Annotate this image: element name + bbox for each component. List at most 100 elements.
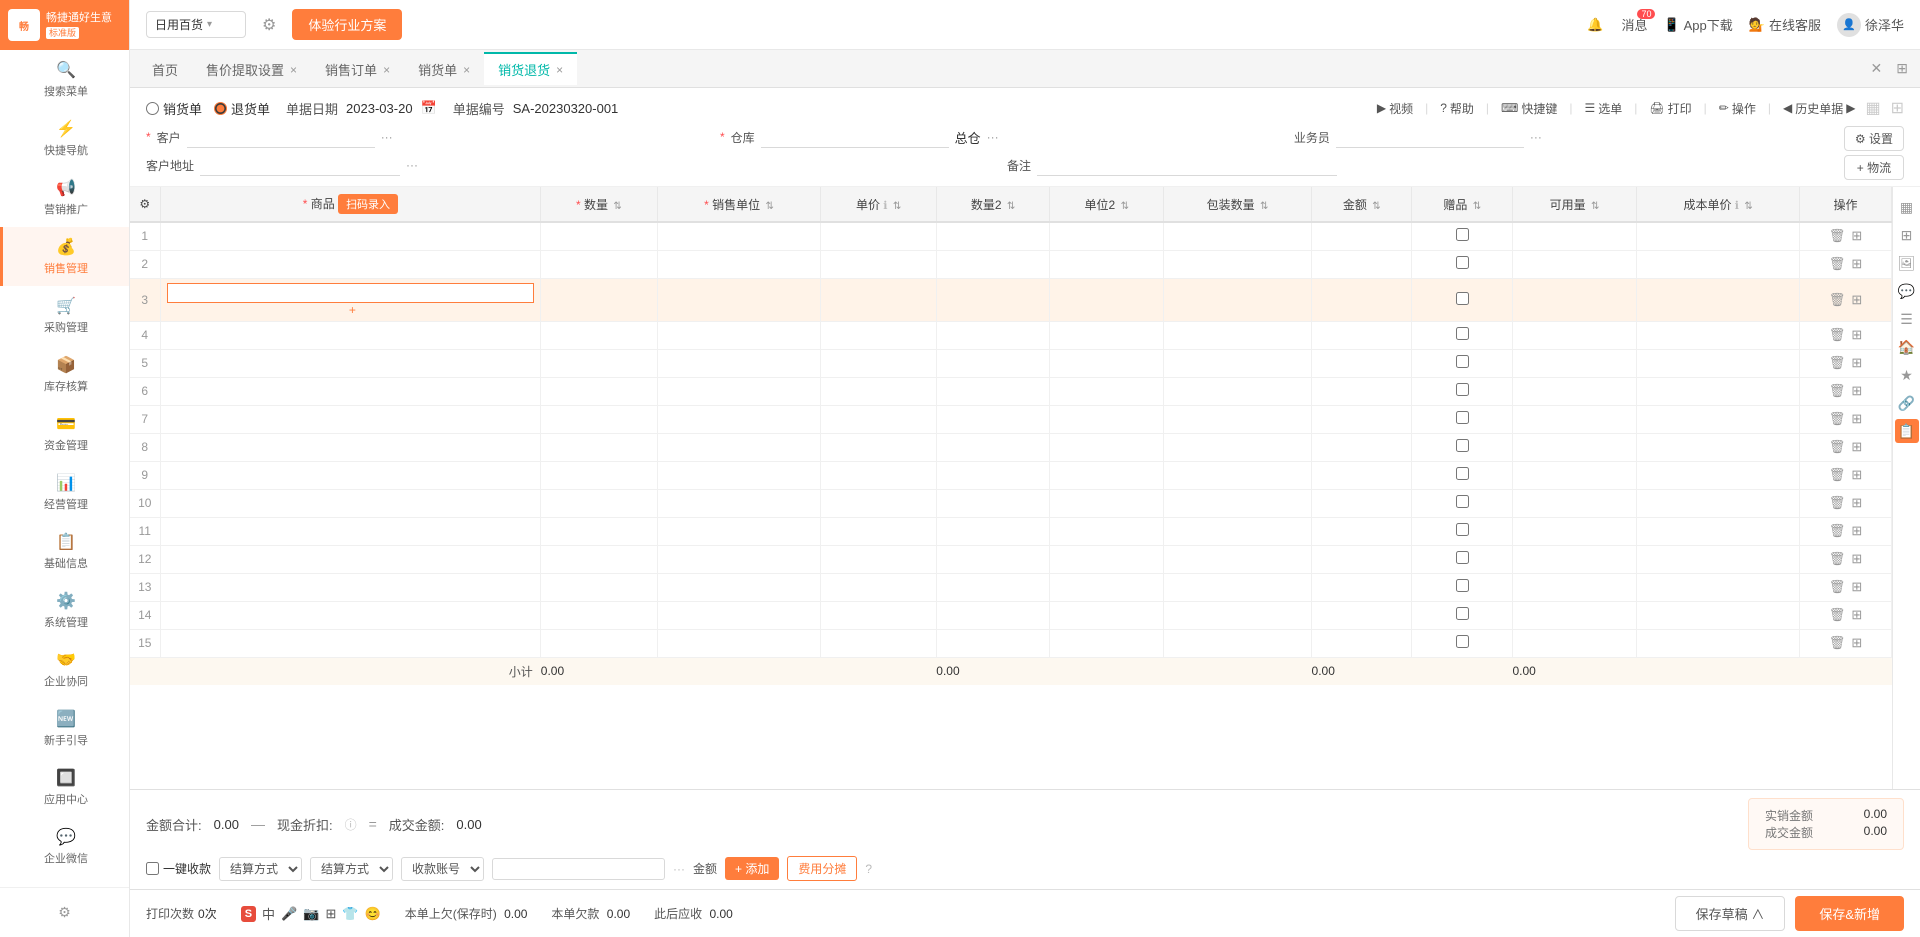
sidebar-settings-btn[interactable]: ⚙ [0, 896, 129, 929]
amount-cell[interactable] [1312, 377, 1412, 405]
available-cell[interactable] [1512, 601, 1636, 629]
unit2-cell[interactable] [1050, 545, 1164, 573]
pack-qty-cell[interactable] [1164, 545, 1312, 573]
quantity2-cell[interactable] [936, 573, 1050, 601]
sales-unit-cell[interactable] [657, 377, 821, 405]
quantity2-cell[interactable] [936, 405, 1050, 433]
quantity2-cell[interactable] [936, 321, 1050, 349]
product-cell[interactable] [160, 250, 541, 278]
fee-split-btn[interactable]: 费用分摊 [787, 856, 857, 881]
amount-cell[interactable] [1312, 321, 1412, 349]
sidebar-item-purchase[interactable]: 🛒 采购管理 [0, 286, 129, 345]
product-cell[interactable] [160, 545, 541, 573]
smile-icon[interactable]: 😊 [365, 906, 381, 922]
tab-sales-order[interactable]: 销售订单 × [311, 52, 404, 85]
gift-cell[interactable] [1412, 321, 1512, 349]
amount-cell[interactable] [1312, 489, 1412, 517]
grid-icon[interactable]: ⊞ [325, 906, 336, 922]
warehouse-picker-icon[interactable]: ··· [987, 130, 999, 144]
quantity-cell[interactable] [541, 461, 657, 489]
unit-price-cell[interactable] [821, 278, 936, 321]
gift-cell[interactable] [1412, 250, 1512, 278]
sidebar-item-search[interactable]: 🔍 搜索菜单 [0, 50, 129, 109]
gift-cell[interactable] [1412, 349, 1512, 377]
available-cell[interactable] [1512, 321, 1636, 349]
tab-close-icon[interactable]: × [556, 63, 563, 77]
available-cell[interactable] [1512, 461, 1636, 489]
tab-close-all-btn[interactable]: ✕ [1867, 58, 1887, 79]
pack-qty-cell[interactable] [1164, 433, 1312, 461]
quantity-cell[interactable] [541, 222, 657, 250]
settlement-select[interactable]: 结算方式 [219, 857, 302, 881]
right-icon-grid1[interactable]: ▦ [1895, 195, 1919, 219]
gift-checkbox[interactable] [1456, 607, 1469, 620]
amount-cell[interactable] [1312, 405, 1412, 433]
copy-icon[interactable]: ⊞ [1851, 607, 1862, 623]
gift-cell[interactable] [1412, 278, 1512, 321]
mic-icon[interactable]: 🎤 [281, 906, 297, 922]
delete-icon[interactable]: 🗑 [1829, 256, 1846, 272]
sales-unit-cell[interactable] [657, 545, 821, 573]
unit2-cell[interactable] [1050, 629, 1164, 657]
setup-btn[interactable]: ⚙ 设置 [1844, 126, 1904, 151]
quantity-cell[interactable] [541, 517, 657, 545]
copy-icon[interactable]: ⊞ [1851, 355, 1862, 371]
sales-unit-cell[interactable] [657, 405, 821, 433]
product-cell[interactable]: + [160, 278, 541, 321]
gift-cell[interactable] [1412, 629, 1512, 657]
right-icon-grid2[interactable]: ⊞ [1895, 223, 1919, 247]
unit-price-cell[interactable] [821, 405, 936, 433]
sales-unit-cell[interactable] [657, 461, 821, 489]
gift-checkbox[interactable] [1456, 292, 1469, 305]
amount-cell[interactable] [1312, 517, 1412, 545]
notification-btn[interactable]: 🔔 70 消息 [1587, 15, 1647, 34]
amount-cell[interactable] [1312, 433, 1412, 461]
quantity2-cell[interactable] [936, 250, 1050, 278]
unit2-cell[interactable] [1050, 489, 1164, 517]
cost-price-cell[interactable] [1637, 517, 1800, 545]
amount-cell[interactable] [1312, 222, 1412, 250]
copy-icon[interactable]: ⊞ [1851, 327, 1862, 343]
pack-qty-cell[interactable] [1164, 405, 1312, 433]
sort-icon[interactable]: ⇅ [1744, 201, 1752, 212]
sidebar-item-marketing[interactable]: 📢 营销推广 [0, 168, 129, 227]
unit-price-cell[interactable] [821, 222, 936, 250]
right-icon-active[interactable]: 📋 [1895, 419, 1919, 443]
gift-cell[interactable] [1412, 222, 1512, 250]
gift-checkbox[interactable] [1456, 439, 1469, 452]
copy-icon[interactable]: ⊞ [1851, 383, 1862, 399]
sidebar-item-sales[interactable]: 💰 销售管理 [0, 227, 129, 286]
copy-icon[interactable]: ⊞ [1851, 411, 1862, 427]
available-cell[interactable] [1512, 278, 1636, 321]
camera-icon[interactable]: 📷 [303, 906, 319, 922]
delete-icon[interactable]: 🗑 [1829, 495, 1846, 511]
available-cell[interactable] [1512, 573, 1636, 601]
sort-icon[interactable]: ⇅ [1121, 201, 1129, 212]
gift-checkbox[interactable] [1456, 579, 1469, 592]
right-icon-list[interactable]: ☰ [1895, 307, 1919, 331]
quantity2-cell[interactable] [936, 489, 1050, 517]
cost-price-cell[interactable] [1637, 433, 1800, 461]
tab-close-icon[interactable]: × [290, 63, 297, 77]
right-icon-image[interactable]: 🖼 [1895, 251, 1919, 275]
gift-checkbox[interactable] [1456, 467, 1469, 480]
print-btn[interactable]: 🖨 打印 [1649, 100, 1691, 117]
address-picker-icon[interactable]: ··· [406, 158, 418, 172]
view-toggle-icon1[interactable]: ▦ [1865, 98, 1880, 118]
copy-icon[interactable]: ⊞ [1851, 495, 1862, 511]
available-cell[interactable] [1512, 377, 1636, 405]
product-cell[interactable] [160, 321, 541, 349]
delete-icon[interactable]: 🗑 [1829, 355, 1846, 371]
select-btn[interactable]: ☰ 选单 [1585, 100, 1623, 117]
product-cell[interactable] [160, 222, 541, 250]
delete-icon[interactable]: 🗑 [1829, 327, 1846, 343]
gift-cell[interactable] [1412, 377, 1512, 405]
calculation-method-select[interactable]: 结算方式 [310, 857, 393, 881]
quantity2-cell[interactable] [936, 629, 1050, 657]
gift-checkbox[interactable] [1456, 411, 1469, 424]
amount-cell[interactable] [1312, 278, 1412, 321]
shirt-icon[interactable]: 👕 [342, 906, 358, 922]
sidebar-item-guide[interactable]: 🆕 新手引导 [0, 699, 129, 758]
quantity2-cell[interactable] [936, 517, 1050, 545]
cost-price-cell[interactable] [1637, 222, 1800, 250]
